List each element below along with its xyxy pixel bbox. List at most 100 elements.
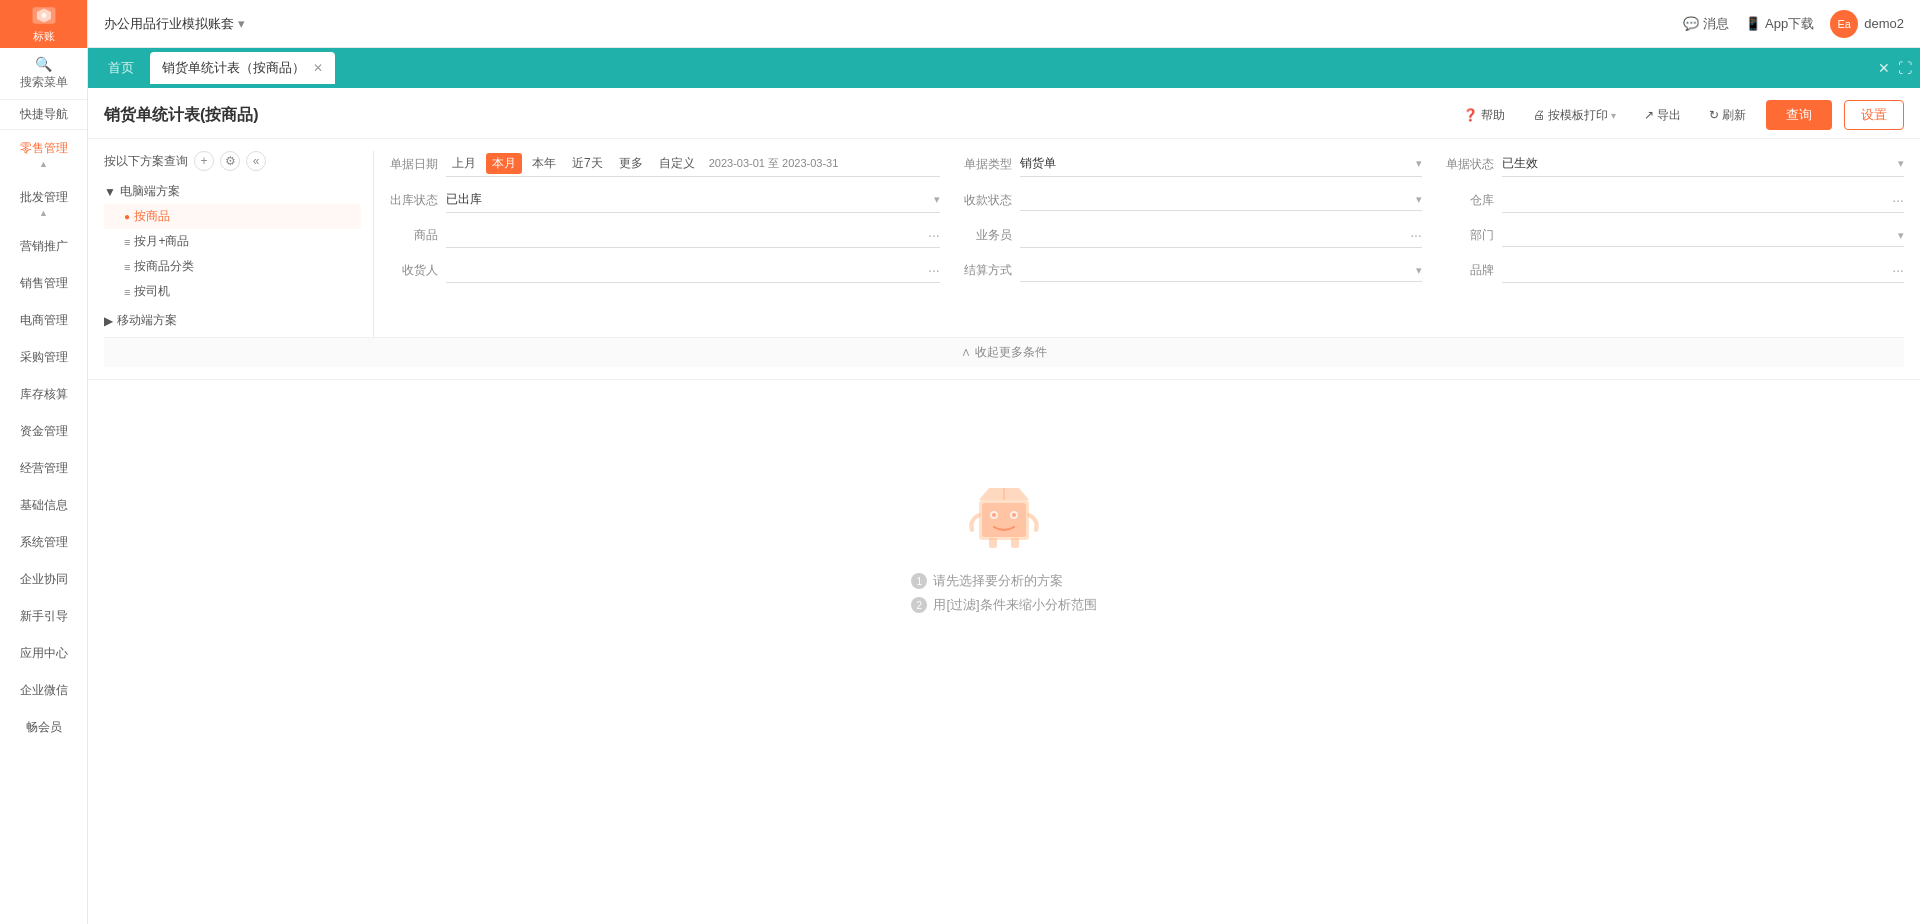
scheme-item-product-category[interactable]: ≡ 按商品分类 (104, 254, 361, 279)
sidebar-item-wholesale[interactable]: 批发管理 ▲ (0, 179, 87, 228)
help-button[interactable]: ❓ 帮助 (1455, 104, 1513, 127)
wholesale-label: 批发管理 (20, 189, 68, 206)
query-button[interactable]: 查询 (1766, 100, 1832, 130)
member-label: 畅会员 (26, 719, 62, 736)
sidebar-item-sales[interactable]: 销售管理 (0, 265, 87, 302)
brand-dots-icon[interactable]: ··· (1892, 262, 1904, 278)
doc-type-select[interactable]: 销货单 ▾ (1020, 151, 1422, 177)
settlement-label: 结算方式 (964, 262, 1012, 279)
sidebar-item-basic[interactable]: 基础信息 (0, 487, 87, 524)
date-tab-this-year[interactable]: 本年 (526, 153, 562, 174)
sidebar-item-purchase[interactable]: 采购管理 (0, 339, 87, 376)
sidebar-item-member[interactable]: 畅会员 (0, 709, 87, 746)
date-tab-this-month[interactable]: 本月 (486, 153, 522, 174)
scheme-header: 按以下方案查询 + ⚙ « (104, 151, 361, 171)
sidebar-item-newbie[interactable]: 新手引导 (0, 598, 87, 635)
settings-button[interactable]: 设置 (1844, 100, 1904, 130)
date-tab-more[interactable]: 更多 (613, 153, 649, 174)
brand-select[interactable]: ··· (1502, 258, 1904, 283)
quick-nav-item[interactable]: 快捷导航 (0, 100, 87, 130)
search-menu-item[interactable]: 🔍 搜索菜单 (0, 48, 87, 100)
date-field: 单据日期 上月 本月 本年 近7天 更多 自定义 (390, 151, 940, 177)
marketing-label: 营销推广 (20, 238, 68, 255)
system-label: 系统管理 (20, 534, 68, 551)
scheme-collapse-button[interactable]: « (246, 151, 266, 171)
sidebar-item-appstore[interactable]: 应用中心 (0, 635, 87, 672)
out-status-field: 出库状态 已出库 ▾ (390, 187, 940, 213)
doc-status-field: 单据状态 已生效 ▾ (1446, 151, 1904, 177)
scheme-settings-button[interactable]: ⚙ (220, 151, 240, 171)
app-download-button[interactable]: 📱 App下载 (1745, 15, 1814, 33)
sidebar-item-system[interactable]: 系统管理 (0, 524, 87, 561)
sidebar-item-finance[interactable]: 资金管理 (0, 413, 87, 450)
sidebar-item-operations[interactable]: 经营管理 (0, 450, 87, 487)
brand-field: 品牌 ··· (1446, 258, 1904, 283)
inventory-label: 库存核算 (20, 386, 68, 403)
receiver-select[interactable]: ··· (446, 258, 940, 283)
warehouse-select[interactable]: ··· (1502, 188, 1904, 213)
sidebar-item-retail[interactable]: 零售管理 ▲ (0, 130, 87, 179)
product-select[interactable]: ··· (446, 223, 940, 248)
settlement-select[interactable]: ▾ (1020, 260, 1422, 282)
sidebar-item-inventory[interactable]: 库存核算 (0, 376, 87, 413)
tab-home[interactable]: 首页 (96, 52, 146, 84)
collapse-bar[interactable]: ∧ 收起更多条件 (104, 337, 1904, 367)
svg-point-7 (992, 513, 996, 517)
tip-num-1: 1 (911, 573, 927, 589)
filter-layout: 按以下方案查询 + ⚙ « (104, 151, 1904, 337)
print-button[interactable]: 🖨 按模板打印 ▾ (1525, 104, 1624, 127)
message-button[interactable]: 💬 消息 (1683, 15, 1729, 33)
refresh-icon: ↻ (1709, 108, 1719, 122)
sidebar-item-ecommerce[interactable]: 电商管理 (0, 302, 87, 339)
out-status-label: 出库状态 (390, 192, 438, 209)
scheme-group-desktop-header[interactable]: ▼ 电脑端方案 (104, 179, 361, 204)
receiver-dots-icon[interactable]: ··· (928, 262, 940, 278)
doc-status-select[interactable]: 已生效 ▾ (1502, 151, 1904, 177)
date-tabs-row: 上月 本月 本年 近7天 更多 自定义 2023-03-01 至 2023-03… (446, 153, 838, 174)
warehouse-dots-icon[interactable]: ··· (1892, 192, 1904, 208)
salesperson-dots-icon[interactable]: ··· (1410, 227, 1422, 243)
product-dots-icon[interactable]: ··· (928, 227, 940, 243)
appstore-label: 应用中心 (20, 645, 68, 662)
wechat-label: 企业微信 (20, 682, 68, 699)
tab-sales-stat-label: 销货单统计表（按商品） (162, 59, 305, 77)
sidebar-item-wechat[interactable]: 企业微信 (0, 672, 87, 709)
dropdown-icon[interactable]: ▾ (238, 16, 245, 31)
settlement-field: 结算方式 ▾ (964, 260, 1422, 282)
print-icon: 🖨 (1533, 108, 1545, 122)
sidebar-item-enterprise[interactable]: 企业协同 (0, 561, 87, 598)
out-status-select[interactable]: 已出库 ▾ (446, 187, 940, 213)
scheme-item-by-product[interactable]: ● 按商品 (104, 204, 361, 229)
department-select[interactable]: ▾ (1502, 225, 1904, 247)
scheme-add-button[interactable]: + (194, 151, 214, 171)
refresh-button[interactable]: ↻ 刷新 (1701, 104, 1754, 127)
date-tab-custom[interactable]: 自定义 (653, 153, 701, 174)
filter-row-1: 单据日期 上月 本月 本年 近7天 更多 自定义 (390, 151, 1904, 177)
user-name: demo2 (1864, 16, 1904, 31)
tab-close-icon[interactable]: ✕ (313, 61, 323, 75)
empty-illustration (954, 460, 1054, 560)
scheme-item-month-product[interactable]: ≡ 按月+商品 (104, 229, 361, 254)
newbie-label: 新手引导 (20, 608, 68, 625)
tab-close-button[interactable]: ✕ (1878, 60, 1890, 76)
sidebar-item-marketing[interactable]: 营销推广 (0, 228, 87, 265)
payment-status-select[interactable]: ▾ (1020, 189, 1422, 211)
date-tab-7days[interactable]: 近7天 (566, 153, 609, 174)
help-icon: ❓ (1463, 108, 1478, 122)
tab-expand-button[interactable]: ⛶ (1898, 60, 1912, 76)
retail-label: 零售管理 (20, 140, 68, 157)
salesperson-select[interactable]: ··· (1020, 223, 1422, 248)
scheme-item-by-machine[interactable]: ≡ 按司机 (104, 279, 361, 304)
salesperson-label: 业务员 (964, 227, 1012, 244)
message-label: 消息 (1703, 15, 1729, 33)
user-profile[interactable]: Ea demo2 (1830, 10, 1904, 38)
tab-sales-stat[interactable]: 销货单统计表（按商品） ✕ (150, 52, 335, 84)
help-label: 帮助 (1481, 107, 1505, 124)
doc-status-arrow-icon: ▾ (1898, 157, 1904, 170)
date-tab-last-month[interactable]: 上月 (446, 153, 482, 174)
export-button[interactable]: ↗ 导出 (1636, 104, 1689, 127)
scheme-group-mobile-header[interactable]: ▶ 移动端方案 (104, 308, 361, 333)
scheme-group-mobile: ▶ 移动端方案 (104, 308, 361, 333)
header-title: 办公用品行业模拟账套 ▾ (104, 15, 245, 33)
date-range: 2023-03-01 至 2023-03-31 (709, 156, 839, 171)
